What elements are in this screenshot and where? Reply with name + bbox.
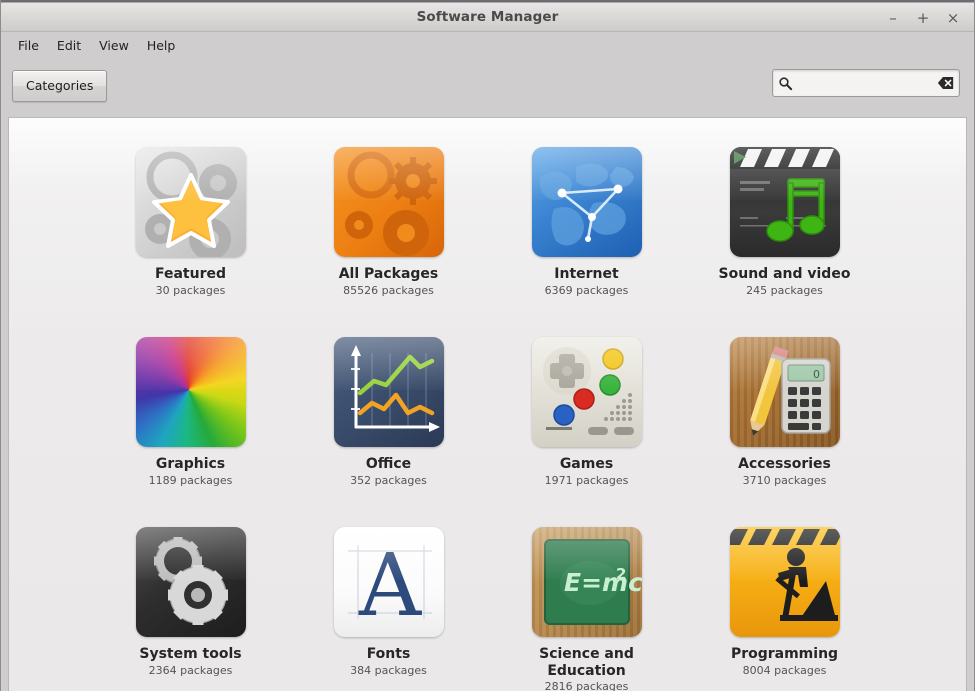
svg-text:A: A bbox=[357, 536, 421, 636]
menu-item-edit[interactable]: Edit bbox=[48, 35, 90, 56]
science-education-icon: E=mc 2 bbox=[531, 527, 642, 637]
office-icon bbox=[333, 337, 444, 447]
category-item-all-packages[interactable]: All Packages 85526 packages bbox=[290, 147, 488, 337]
category-count: 384 packages bbox=[350, 663, 427, 677]
category-item-system-tools[interactable]: System tools 2364 packages bbox=[92, 527, 290, 691]
category-count: 3710 packages bbox=[742, 473, 827, 487]
fonts-icon: A bbox=[333, 527, 444, 637]
category-name: Featured bbox=[154, 266, 227, 282]
category-item-sound-and-video[interactable]: Sound and video 245 packages bbox=[686, 147, 884, 337]
category-count: 1971 packages bbox=[544, 473, 629, 487]
minimize-button[interactable]: – bbox=[878, 6, 908, 30]
category-item-programming[interactable]: Programming 8004 packages bbox=[686, 527, 884, 691]
all-packages-icon bbox=[333, 147, 444, 257]
accessories-icon: 0 bbox=[729, 337, 840, 447]
category-count: 6369 packages bbox=[544, 283, 629, 297]
svg-text:2: 2 bbox=[616, 565, 626, 583]
category-item-featured[interactable]: Featured 30 packages bbox=[92, 147, 290, 337]
category-count: 85526 packages bbox=[343, 283, 434, 297]
window-title: Software Manager bbox=[416, 9, 559, 25]
sound-video-icon bbox=[729, 147, 840, 257]
category-item-internet[interactable]: Internet 6369 packages bbox=[488, 147, 686, 337]
search-icon bbox=[778, 76, 793, 91]
category-count: 245 packages bbox=[746, 283, 823, 297]
category-item-science-and-education[interactable]: E=mc 2 Science and Education 2816 packag… bbox=[488, 527, 686, 691]
category-name: Science and Education bbox=[539, 646, 634, 679]
category-name: System tools bbox=[139, 646, 242, 662]
maximize-button[interactable]: + bbox=[908, 6, 938, 30]
category-name: Internet bbox=[554, 266, 619, 282]
category-grid: Featured 30 packages All Packages 85526 … bbox=[9, 118, 966, 691]
title-bar: Software Manager – + × bbox=[1, 0, 974, 32]
category-count: 8004 packages bbox=[742, 663, 827, 677]
system-tools-icon bbox=[135, 527, 246, 637]
category-name: Office bbox=[365, 456, 412, 472]
internet-icon bbox=[531, 147, 642, 257]
category-item-games[interactable]: Games 1971 packages bbox=[488, 337, 686, 527]
window-controls: – + × bbox=[878, 3, 968, 30]
close-button[interactable]: × bbox=[938, 6, 968, 30]
svg-text:0: 0 bbox=[813, 368, 820, 381]
category-count: 352 packages bbox=[350, 473, 427, 487]
menu-item-file[interactable]: File bbox=[9, 35, 48, 56]
category-name: All Packages bbox=[338, 266, 439, 282]
svg-text:E=mc: E=mc bbox=[564, 568, 642, 597]
category-count: 2364 packages bbox=[148, 663, 233, 677]
featured-icon bbox=[135, 147, 246, 257]
games-icon bbox=[531, 337, 642, 447]
category-item-graphics[interactable]: Graphics 1189 packages bbox=[92, 337, 290, 527]
category-name: Programming bbox=[730, 646, 839, 662]
category-item-accessories[interactable]: 0 Accessories 3710 packages bbox=[686, 337, 884, 527]
category-item-fonts[interactable]: A Fonts 384 packages bbox=[290, 527, 488, 691]
category-name: Games bbox=[559, 456, 614, 472]
category-name: Fonts bbox=[366, 646, 411, 662]
clear-entry-icon[interactable] bbox=[937, 76, 954, 90]
menu-item-help[interactable]: Help bbox=[138, 35, 185, 56]
category-count: 1189 packages bbox=[148, 473, 233, 487]
toolbar: Categories bbox=[1, 59, 974, 112]
search-input[interactable] bbox=[793, 76, 937, 90]
category-content-area: Featured 30 packages All Packages 85526 … bbox=[8, 117, 967, 691]
menu-item-view[interactable]: View bbox=[90, 35, 138, 56]
search-box[interactable] bbox=[772, 69, 960, 97]
software-manager-window: Software Manager – + × File Edit View He… bbox=[0, 0, 975, 691]
category-count: 2816 packages bbox=[544, 680, 629, 691]
category-count: 30 packages bbox=[155, 283, 226, 297]
programming-icon bbox=[729, 527, 840, 637]
category-name: Graphics bbox=[155, 456, 226, 472]
category-name: Sound and video bbox=[718, 266, 851, 282]
categories-button[interactable]: Categories bbox=[12, 69, 108, 102]
graphics-icon bbox=[135, 337, 246, 447]
menu-bar: File Edit View Help bbox=[1, 32, 974, 59]
category-item-office[interactable]: Office 352 packages bbox=[290, 337, 488, 527]
category-name: Accessories bbox=[738, 456, 831, 472]
